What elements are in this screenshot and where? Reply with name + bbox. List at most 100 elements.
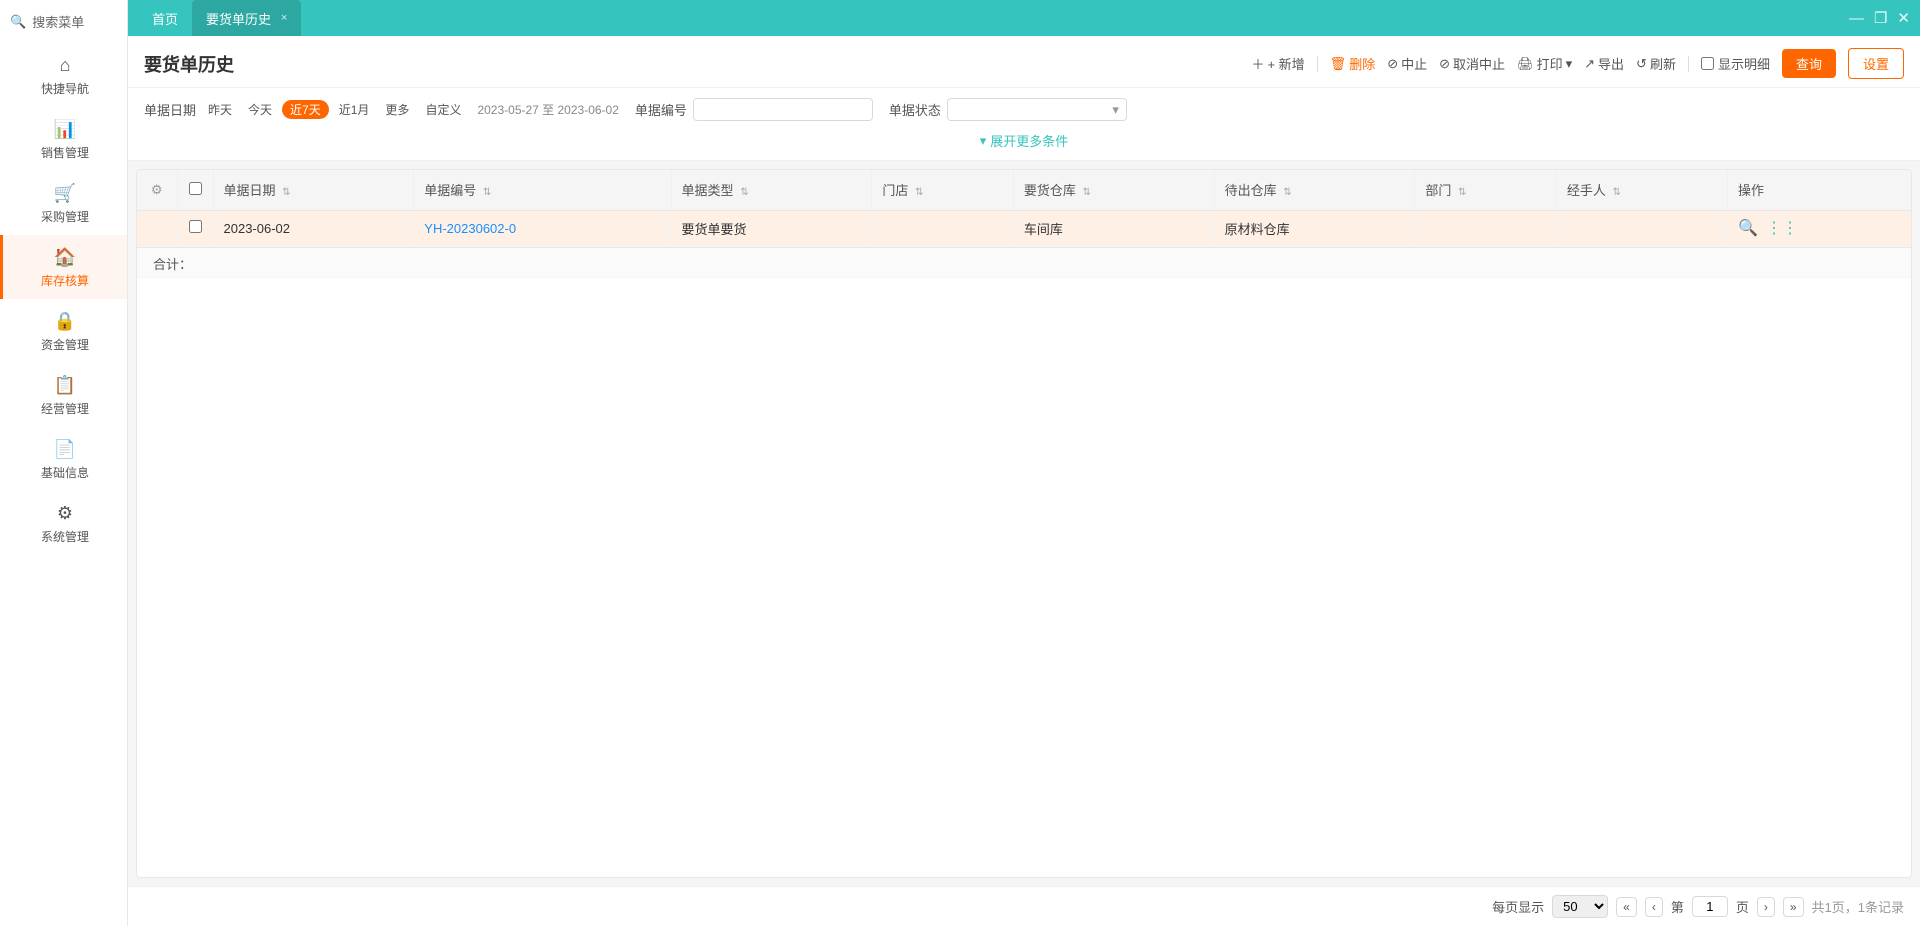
cancel-stop-button[interactable]: ⊘ 取消中止 <box>1439 54 1505 73</box>
sidebar-item-finance[interactable]: 🔒 资金管理 <box>0 299 127 363</box>
sidebar-item-operations[interactable]: 📋 经营管理 <box>0 363 127 427</box>
row-doc-type: 要货单要货 <box>671 210 872 246</box>
table-header: ⚙ 单据日期 ⇅ 单据编号 ⇅ 单据类型 <box>137 170 1911 210</box>
purchase-icon: 🛒 <box>54 183 76 204</box>
sidebar-item-label: 基础信息 <box>41 464 89 481</box>
inventory-icon: 🏠 <box>54 247 76 268</box>
delete-button[interactable]: 🗑 删除 <box>1330 54 1376 73</box>
stop-label: 中止 <box>1401 54 1427 73</box>
next-page-button[interactable]: › <box>1757 897 1775 917</box>
date-range-text: 2023-05-27 至 2023-06-02 <box>477 101 618 118</box>
sort-doc-type-icon[interactable]: ⇅ <box>740 187 748 198</box>
sidebar-item-label: 经营管理 <box>41 400 89 417</box>
minimize-button[interactable]: — <box>1849 10 1864 27</box>
sort-doc-date-icon[interactable]: ⇅ <box>282 187 290 198</box>
action-icons: 🔍 ⋮⋮ <box>1738 218 1901 238</box>
operations-icon: 📋 <box>54 375 76 396</box>
row-doc-date: 2023-06-02 <box>213 210 414 246</box>
expand-label: 展开更多条件 <box>990 131 1068 150</box>
display-detail-checkbox-wrapper[interactable]: 显示明细 <box>1701 54 1770 73</box>
expand-more-row: ▾ 展开更多条件 <box>144 125 1904 150</box>
date-btn-today[interactable]: 今天 <box>242 100 278 119</box>
new-button[interactable]: ＋ + 新增 <box>1251 54 1304 73</box>
print-button[interactable]: 🖨 打印 ▾ <box>1517 54 1572 73</box>
print-label: 打印 <box>1537 54 1563 73</box>
settings-button[interactable]: 设置 <box>1848 48 1904 79</box>
doc-no-input[interactable] <box>693 98 873 121</box>
first-page-button[interactable]: « <box>1616 897 1637 917</box>
close-window-button[interactable]: ✕ <box>1897 9 1910 27</box>
tab-requisition-history[interactable]: 要货单历史× <box>192 0 301 36</box>
top-bar: 首页要货单历史× — ❐ ✕ <box>128 0 1920 36</box>
doc-no-filter-item: 单据编号 <box>635 98 873 121</box>
date-btn-7days[interactable]: 近7天 <box>282 100 329 119</box>
sidebar-item-purchase[interactable]: 🛒 采购管理 <box>0 171 127 235</box>
sort-pending-warehouse-icon[interactable]: ⇅ <box>1283 187 1291 198</box>
print-chevron-icon: ▾ <box>1566 56 1573 72</box>
doc-status-select[interactable] <box>947 98 1127 121</box>
refresh-button[interactable]: ↺ 刷新 <box>1636 54 1676 73</box>
date-btn-more[interactable]: 更多 <box>379 100 415 119</box>
page-size-select[interactable]: 102050100 <box>1552 895 1608 918</box>
row-checkbox[interactable] <box>189 220 202 233</box>
divider2 <box>1688 56 1689 72</box>
row-req-warehouse: 车间库 <box>1013 210 1214 246</box>
date-btn-custom[interactable]: 自定义 <box>419 100 467 119</box>
row-action: 🔍 ⋮⋮ <box>1727 210 1911 246</box>
select-all-checkbox[interactable] <box>189 182 202 195</box>
sidebar-item-label: 库存核算 <box>41 272 89 289</box>
prev-page-button[interactable]: ‹ <box>1645 897 1663 917</box>
col-department: 部门 ⇅ <box>1415 170 1556 210</box>
tab-home[interactable]: 首页 <box>138 0 192 36</box>
edit-action-icon[interactable]: ⋮⋮ <box>1766 218 1798 238</box>
sidebar-item-label: 快捷导航 <box>41 80 89 97</box>
doc-status-label: 单据状态 <box>889 100 941 119</box>
date-btn-1month[interactable]: 近1月 <box>333 100 376 119</box>
sort-req-warehouse-icon[interactable]: ⇅ <box>1082 187 1090 198</box>
sidebar-item-basic-info[interactable]: 📄 基础信息 <box>0 427 127 491</box>
col-doc-no: 单据编号 ⇅ <box>414 170 671 210</box>
main-content: 首页要货单历史× — ❐ ✕ 要货单历史 ＋ + 新增 🗑 删除 <box>128 0 1920 926</box>
search-icon: 🔍 <box>10 14 26 30</box>
col-settings[interactable]: ⚙ <box>137 170 177 210</box>
tab-close-icon[interactable]: × <box>281 12 287 24</box>
col-checkbox <box>177 170 213 210</box>
query-button[interactable]: 查询 <box>1782 49 1836 78</box>
expand-more-button[interactable]: ▾ 展开更多条件 <box>980 131 1069 150</box>
export-button[interactable]: ↗ 导出 <box>1584 54 1624 73</box>
restore-button[interactable]: ❐ <box>1874 9 1887 27</box>
sidebar-item-label: 采购管理 <box>41 208 89 225</box>
sort-department-icon[interactable]: ⇅ <box>1458 187 1466 198</box>
doc-no-link[interactable]: YH-20230602-0 <box>424 221 516 236</box>
table-area: ⚙ 单据日期 ⇅ 单据编号 ⇅ 单据类型 <box>136 169 1912 878</box>
sidebar-search[interactable]: 🔍 搜索菜单 <box>0 0 127 43</box>
finance-icon: 🔒 <box>54 311 76 332</box>
delete-icon: 🗑 <box>1330 56 1347 72</box>
table-row[interactable]: 2023-06-02 YH-20230602-0 要货单要货 车间库 原材料仓库… <box>137 210 1911 246</box>
per-page-label: 每页显示 <box>1492 897 1544 916</box>
view-action-icon[interactable]: 🔍 <box>1738 218 1758 238</box>
doc-status-select-wrapper <box>947 98 1127 121</box>
sidebar-item-sales[interactable]: 📊 销售管理 <box>0 107 127 171</box>
last-page-button[interactable]: » <box>1783 897 1804 917</box>
display-detail-checkbox[interactable] <box>1701 57 1714 70</box>
col-handler: 经手人 ⇅ <box>1556 170 1727 210</box>
date-btn-yesterday[interactable]: 昨天 <box>202 100 238 119</box>
sort-doc-no-icon[interactable]: ⇅ <box>483 187 491 198</box>
sidebar-item-label: 销售管理 <box>41 144 89 161</box>
table-header-row: ⚙ 单据日期 ⇅ 单据编号 ⇅ 单据类型 <box>137 170 1911 210</box>
sort-store-icon[interactable]: ⇅ <box>915 187 923 198</box>
page-title: 要货单历史 <box>144 51 234 77</box>
sidebar: 🔍 搜索菜单 ⌂ 快捷导航📊 销售管理🛒 采购管理🏠 库存核算🔒 资金管理📋 经… <box>0 0 128 926</box>
sidebar-item-inventory[interactable]: 🏠 库存核算 <box>0 235 127 299</box>
stop-button[interactable]: ⊘ 中止 <box>1387 54 1427 73</box>
sort-handler-icon[interactable]: ⇅ <box>1613 187 1621 198</box>
delete-label: 删除 <box>1349 54 1375 73</box>
sales-icon: 📊 <box>54 119 76 140</box>
export-label: 导出 <box>1598 54 1624 73</box>
expand-icon: ▾ <box>980 133 987 149</box>
date-filter-item: 单据日期 昨天 今天 近7天 近1月 更多 自定义 2023-05-27 至 2… <box>144 100 619 119</box>
sidebar-item-quick-nav[interactable]: ⌂ 快捷导航 <box>0 43 127 107</box>
page-number-input[interactable] <box>1692 896 1728 917</box>
sidebar-item-system[interactable]: ⚙ 系统管理 <box>0 491 127 555</box>
